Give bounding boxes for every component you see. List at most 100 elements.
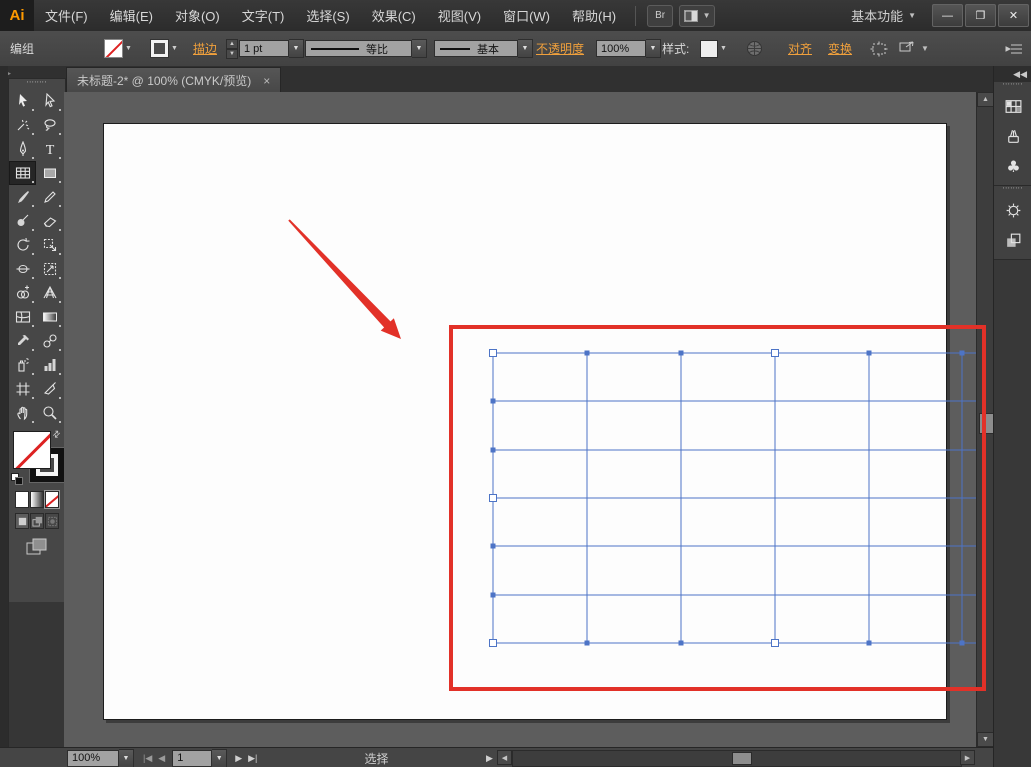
next-artboard-icon[interactable]: ▶ (235, 753, 242, 764)
fill-indicator-none[interactable] (13, 431, 51, 469)
menu-view[interactable]: 视图(V) (427, 0, 492, 31)
chevron-down-icon[interactable]: ▼ (169, 40, 180, 57)
zoom-dropdown[interactable]: ▼ (119, 749, 134, 767)
scale-tool[interactable] (36, 233, 63, 257)
scroll-down-icon[interactable]: ▼ (977, 732, 994, 747)
opacity-panel-link[interactable]: 不透明度 (536, 40, 584, 57)
zoom-field[interactable]: 100% (67, 750, 119, 767)
shape-builder-tool[interactable] (9, 281, 36, 305)
isolate-selection-icon[interactable] (898, 39, 916, 58)
blend-tool[interactable] (36, 329, 63, 353)
stroke-weight-dropdown[interactable]: ▼ (289, 39, 304, 58)
horizontal-scrollbar[interactable] (512, 750, 962, 767)
screen-mode-button[interactable] (9, 532, 65, 556)
eyedropper-tool[interactable] (9, 329, 36, 353)
free-transform-tool[interactable] (36, 257, 63, 281)
menu-file[interactable]: 文件(F) (34, 0, 99, 31)
draw-inside-icon[interactable] (45, 513, 59, 529)
eraser-tool[interactable] (36, 209, 63, 233)
mesh-tool[interactable] (9, 305, 36, 329)
menu-select[interactable]: 选择(S) (295, 0, 360, 31)
last-artboard-icon[interactable]: ▶| (248, 753, 257, 764)
width-profile-dropdown[interactable]: ▼ (412, 39, 427, 58)
perspective-grid-tool[interactable] (36, 281, 63, 305)
dock-grip[interactable]: '''''''' (994, 186, 1031, 195)
menu-object[interactable]: 对象(O) (164, 0, 231, 31)
column-graph-tool[interactable] (36, 353, 63, 377)
bridge-icon[interactable]: Br (647, 5, 673, 27)
previous-artboard-icon[interactable]: ◀ (158, 753, 165, 764)
horizontal-scroll-thumb[interactable] (732, 752, 752, 765)
chevron-down-icon[interactable]: ▼ (123, 40, 134, 57)
appearance-panel-icon[interactable] (994, 195, 1031, 225)
symbol-sprayer-tool[interactable] (9, 353, 36, 377)
dock-grip[interactable]: '''''''' (994, 82, 1031, 91)
direct-selection-tool[interactable] (36, 89, 63, 113)
blob-brush-tool[interactable] (9, 209, 36, 233)
bounding-box-icon[interactable] (870, 31, 888, 66)
panel-options-icon[interactable] (1005, 31, 1023, 66)
chevron-down-icon[interactable]: ▼ (718, 40, 729, 57)
app-logo[interactable]: Ai (0, 0, 34, 31)
toolbox-grip[interactable]: '''''''' (9, 79, 65, 89)
arrange-documents-icon[interactable]: ▼ (679, 5, 715, 27)
none-button[interactable] (45, 491, 59, 508)
close-button[interactable]: ✕ (998, 4, 1029, 27)
brush-definition-dropdown[interactable]: ▼ (518, 39, 533, 58)
stroke-swatch[interactable] (150, 39, 169, 58)
minimize-button[interactable]: — (932, 4, 963, 27)
symbols-panel-icon[interactable]: ♣ (994, 151, 1031, 181)
artboard-number-field[interactable]: 1 (172, 750, 212, 767)
pen-tool[interactable] (9, 137, 36, 161)
vertical-scrollbar[interactable]: ▲ ▼ (976, 92, 994, 747)
transform-panel-link[interactable]: 变换 (828, 40, 852, 57)
default-fill-stroke-icon[interactable] (11, 473, 23, 485)
magic-wand-tool[interactable] (9, 113, 36, 137)
rectangular-grid-object[interactable] (64, 92, 976, 747)
style-swatch[interactable] (700, 40, 718, 58)
type-tool[interactable]: T (36, 137, 63, 161)
brushes-panel-icon[interactable] (994, 121, 1031, 151)
brush-definition-select[interactable]: 基本 (434, 40, 518, 57)
gradient-tool[interactable] (36, 305, 63, 329)
pencil-tool[interactable] (36, 185, 63, 209)
stroke-weight-stepper[interactable]: ▲▼ (226, 39, 238, 59)
document-viewport[interactable] (64, 92, 976, 747)
opacity-dropdown[interactable]: ▼ (646, 39, 661, 58)
width-profile-select[interactable]: 等比 (305, 40, 412, 57)
selection-tool[interactable] (9, 89, 36, 113)
align-panel-link[interactable]: 对齐 (788, 40, 812, 57)
first-artboard-icon[interactable]: |◀ (143, 753, 152, 764)
rotate-tool[interactable] (9, 233, 36, 257)
slice-tool[interactable] (36, 377, 63, 401)
fill-swatch-none[interactable] (104, 39, 123, 58)
lasso-tool[interactable] (36, 113, 63, 137)
color-button[interactable] (15, 491, 29, 508)
rectangle-tool[interactable] (36, 161, 63, 185)
document-tab[interactable]: 未标题-2* @ 100% (CMYK/预览) × (66, 67, 281, 93)
swap-fill-stroke-icon[interactable]: ⇄ (50, 428, 63, 441)
maximize-button[interactable]: ❐ (965, 4, 996, 27)
scroll-up-icon[interactable]: ▲ (977, 92, 994, 107)
draw-behind-icon[interactable] (30, 513, 44, 529)
scroll-right-icon[interactable]: ▶ (960, 750, 975, 765)
chevron-down-icon[interactable]: ▼ (921, 44, 929, 53)
menu-edit[interactable]: 编辑(E) (99, 0, 164, 31)
menu-help[interactable]: 帮助(H) (561, 0, 627, 31)
scroll-left-icon[interactable]: ◀ (497, 750, 512, 765)
expand-panels-icon[interactable]: ◀◀ (994, 66, 1031, 82)
vertical-scroll-thumb[interactable] (979, 413, 994, 434)
document-setup-icon[interactable] (746, 31, 763, 66)
gradient-button[interactable] (30, 491, 44, 508)
tab-close-icon[interactable]: × (263, 74, 270, 88)
menu-type[interactable]: 文字(T) (231, 0, 296, 31)
menu-effect[interactable]: 效果(C) (361, 0, 427, 31)
status-expand-icon[interactable]: ▶ (486, 753, 493, 764)
layers-panel-icon[interactable] (994, 225, 1031, 255)
paintbrush-tool[interactable] (9, 185, 36, 209)
zoom-tool[interactable] (36, 401, 63, 425)
menu-window[interactable]: 窗口(W) (492, 0, 561, 31)
rectangular-grid-tool[interactable] (9, 161, 36, 185)
stroke-weight-field[interactable]: 1 pt (239, 40, 289, 57)
stroke-panel-link[interactable]: 描边 (193, 40, 217, 57)
